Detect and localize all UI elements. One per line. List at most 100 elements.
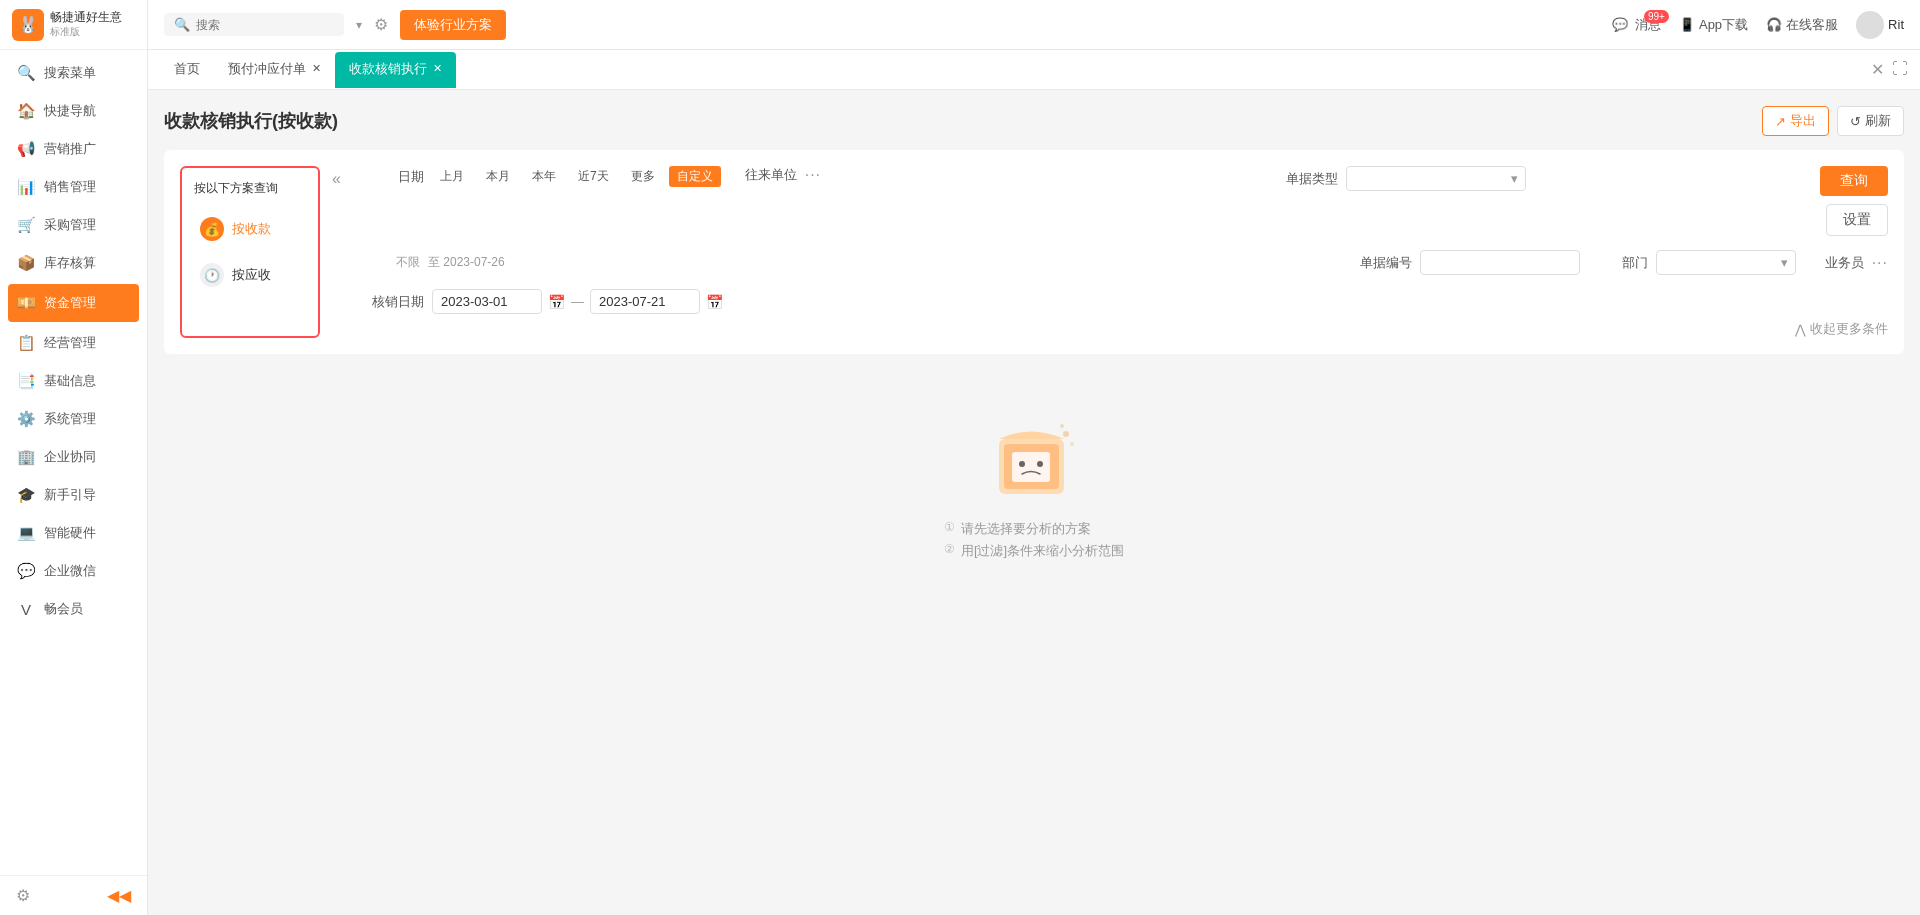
date-custom-btn[interactable]: 自定义 bbox=[669, 166, 721, 187]
sidebar-item-inventory[interactable]: 📦 库存核算 bbox=[0, 244, 147, 282]
sidebar-item-label-hardware: 智能硬件 bbox=[44, 524, 96, 542]
page-header: 收款核销执行(按收款) ↗ 导出 ↺ 刷新 bbox=[164, 106, 1904, 136]
search-icon: 🔍 bbox=[16, 64, 36, 82]
logo-icon: 🐰 bbox=[12, 9, 44, 41]
svg-point-5 bbox=[1063, 431, 1069, 437]
collapse-chevron-icon: ⋀ bbox=[1795, 322, 1806, 337]
sidebar-item-label-purchase: 采购管理 bbox=[44, 216, 96, 234]
sidebar: 🐰 畅捷通好生意 标准版 🔍 搜索菜单 🏠 快捷导航 📢 营销推广 📊 销售管理… bbox=[0, 0, 148, 915]
date-to-text: 至 2023-07-26 bbox=[428, 254, 505, 271]
doc-type-select-wrapper bbox=[1346, 166, 1526, 191]
collapse-more-button[interactable]: ⋀ 收起更多条件 bbox=[364, 320, 1888, 338]
export-icon: ↗ bbox=[1775, 114, 1786, 129]
topbar-gear-icon[interactable]: ⚙ bbox=[374, 15, 388, 34]
sidebar-item-label-guide: 新手引导 bbox=[44, 486, 96, 504]
tab-receipt-verify[interactable]: 收款核销执行 ✕ bbox=[335, 52, 456, 88]
partner-dots-icon[interactable]: ··· bbox=[805, 166, 821, 184]
export-button[interactable]: ↗ 导出 bbox=[1762, 106, 1829, 136]
sidebar-item-label-finance: 资金管理 bbox=[44, 294, 96, 312]
empty-hint1: 请先选择要分析的方案 bbox=[961, 520, 1091, 538]
filter-option-by-receivable[interactable]: 🕐 按应收 bbox=[194, 255, 306, 295]
wechat-icon: 💬 bbox=[16, 562, 36, 580]
sales-icon: 📊 bbox=[16, 178, 36, 196]
filter-collapse-button[interactable]: « bbox=[332, 170, 352, 188]
verify-date-start-input[interactable] bbox=[432, 289, 542, 314]
refresh-button[interactable]: ↺ 刷新 bbox=[1837, 106, 1904, 136]
verify-date-label: 核销日期 bbox=[364, 293, 424, 311]
sidebar-item-guide[interactable]: 🎓 新手引导 bbox=[0, 476, 147, 514]
search-input[interactable] bbox=[196, 18, 316, 32]
sidebar-nav: 🔍 搜索菜单 🏠 快捷导航 📢 营销推广 📊 销售管理 🛒 采购管理 📦 库存核… bbox=[0, 50, 147, 875]
sidebar-item-quick-nav[interactable]: 🏠 快捷导航 bbox=[0, 92, 147, 130]
sidebar-item-operation[interactable]: 📋 经营管理 bbox=[0, 324, 147, 362]
svg-point-3 bbox=[1019, 461, 1025, 467]
inventory-icon: 📦 bbox=[16, 254, 36, 272]
date-more-btn[interactable]: 更多 bbox=[623, 166, 663, 187]
empty-state: ① 请先选择要分析的方案 ② 用[过滤]条件来缩小分析范围 bbox=[164, 354, 1904, 624]
refresh-icon: ↺ bbox=[1850, 114, 1861, 129]
search-box: 🔍 bbox=[164, 13, 344, 36]
staff-label: 业务员 bbox=[1804, 254, 1864, 272]
tab-prepay[interactable]: 预付冲应付单 ✕ bbox=[214, 52, 335, 88]
sidebar-item-label-operation: 经营管理 bbox=[44, 334, 96, 352]
sidebar-item-marketing[interactable]: 📢 营销推广 bbox=[0, 130, 147, 168]
sidebar-item-finance[interactable]: 💴 资金管理 bbox=[8, 284, 139, 322]
verify-date-end-input[interactable] bbox=[590, 289, 700, 314]
setting-button[interactable]: 设置 bbox=[1826, 204, 1888, 236]
sidebar-item-purchase[interactable]: 🛒 采购管理 bbox=[0, 206, 147, 244]
sidebar-item-sales[interactable]: 📊 销售管理 bbox=[0, 168, 147, 206]
page-actions: ↗ 导出 ↺ 刷新 bbox=[1762, 106, 1904, 136]
tab-prepay-label: 预付冲应付单 bbox=[228, 60, 306, 78]
doc-no-input[interactable] bbox=[1420, 250, 1580, 275]
filter-action-buttons: 查询 设置 bbox=[1820, 166, 1888, 236]
industry-solution-button[interactable]: 体验行业方案 bbox=[400, 10, 506, 40]
date-last-month-btn[interactable]: 上月 bbox=[432, 166, 472, 187]
sidebar-bottom: ⚙ ◀◀ bbox=[0, 875, 147, 915]
query-button[interactable]: 查询 bbox=[1820, 166, 1888, 196]
filter-option-by-receipt[interactable]: 💰 按收款 bbox=[194, 209, 306, 249]
date-this-month-btn[interactable]: 本月 bbox=[478, 166, 518, 187]
filter-scheme-title: 按以下方案查询 bbox=[194, 180, 306, 197]
sidebar-item-enterprise[interactable]: 🏢 企业协同 bbox=[0, 438, 147, 476]
online-service-link[interactable]: 🎧 在线客服 bbox=[1766, 16, 1838, 34]
sidebar-item-hardware[interactable]: 💻 智能硬件 bbox=[0, 514, 147, 552]
app-download-link[interactable]: 📱 App下载 bbox=[1679, 16, 1748, 34]
tab-close-all-icon[interactable]: ✕ bbox=[1871, 60, 1884, 79]
verify-date-start-cal-icon[interactable]: 📅 bbox=[548, 294, 565, 310]
date-last-7days-btn[interactable]: 近7天 bbox=[570, 166, 617, 187]
user-info[interactable]: Rit bbox=[1856, 11, 1904, 39]
doc-no-label: 单据编号 bbox=[1352, 254, 1412, 272]
tab-home[interactable]: 首页 bbox=[160, 52, 214, 88]
sidebar-item-label-basic-info: 基础信息 bbox=[44, 372, 96, 390]
collapse-more-label: 收起更多条件 bbox=[1810, 320, 1888, 338]
svg-point-7 bbox=[1060, 424, 1064, 428]
tab-receipt-verify-close[interactable]: ✕ bbox=[433, 62, 442, 75]
tab-expand-icon[interactable]: ⛶ bbox=[1892, 60, 1908, 79]
system-icon: ⚙️ bbox=[16, 410, 36, 428]
sidebar-item-vip[interactable]: V 畅会员 bbox=[0, 590, 147, 628]
topbar-chevron-icon[interactable]: ▾ bbox=[356, 18, 362, 32]
empty-text: ① 请先选择要分析的方案 ② 用[过滤]条件来缩小分析范围 bbox=[944, 520, 1124, 564]
date-shortcuts: 上月 本月 本年 近7天 更多 自定义 bbox=[432, 166, 721, 187]
doc-type-select[interactable] bbox=[1346, 166, 1526, 191]
staff-dots-icon[interactable]: ··· bbox=[1872, 254, 1888, 272]
sidebar-item-label-marketing: 营销推广 bbox=[44, 140, 96, 158]
tab-prepay-close[interactable]: ✕ bbox=[312, 62, 321, 75]
collapse-sidebar-icon[interactable]: ◀◀ bbox=[107, 886, 131, 905]
date-this-year-btn[interactable]: 本年 bbox=[524, 166, 564, 187]
sidebar-item-system[interactable]: ⚙️ 系统管理 bbox=[0, 400, 147, 438]
settings-icon[interactable]: ⚙ bbox=[16, 886, 30, 905]
finance-icon: 💴 bbox=[16, 294, 36, 312]
sidebar-item-label-quick-nav: 快捷导航 bbox=[44, 102, 96, 120]
message-button[interactable]: 💬 消息 99+ bbox=[1612, 16, 1661, 34]
filter-right: 日期 上月 本月 本年 近7天 更多 自定义 往来单位 ··· bbox=[364, 166, 1888, 338]
dept-select[interactable] bbox=[1656, 250, 1796, 275]
empty-hint2: 用[过滤]条件来缩小分析范围 bbox=[961, 542, 1124, 560]
sidebar-item-basic-info[interactable]: 📑 基础信息 bbox=[0, 362, 147, 400]
sidebar-item-wechat[interactable]: 💬 企业微信 bbox=[0, 552, 147, 590]
sidebar-item-search[interactable]: 🔍 搜索菜单 bbox=[0, 54, 147, 92]
tabs-right: ✕ ⛶ bbox=[1871, 60, 1908, 79]
user-name: Rit bbox=[1888, 17, 1904, 32]
verify-date-end-cal-icon[interactable]: 📅 bbox=[706, 294, 723, 310]
main-area: 🔍 ▾ ⚙ 体验行业方案 💬 消息 99+ 📱 App下载 🎧 在线客服 Rit bbox=[148, 0, 1920, 915]
